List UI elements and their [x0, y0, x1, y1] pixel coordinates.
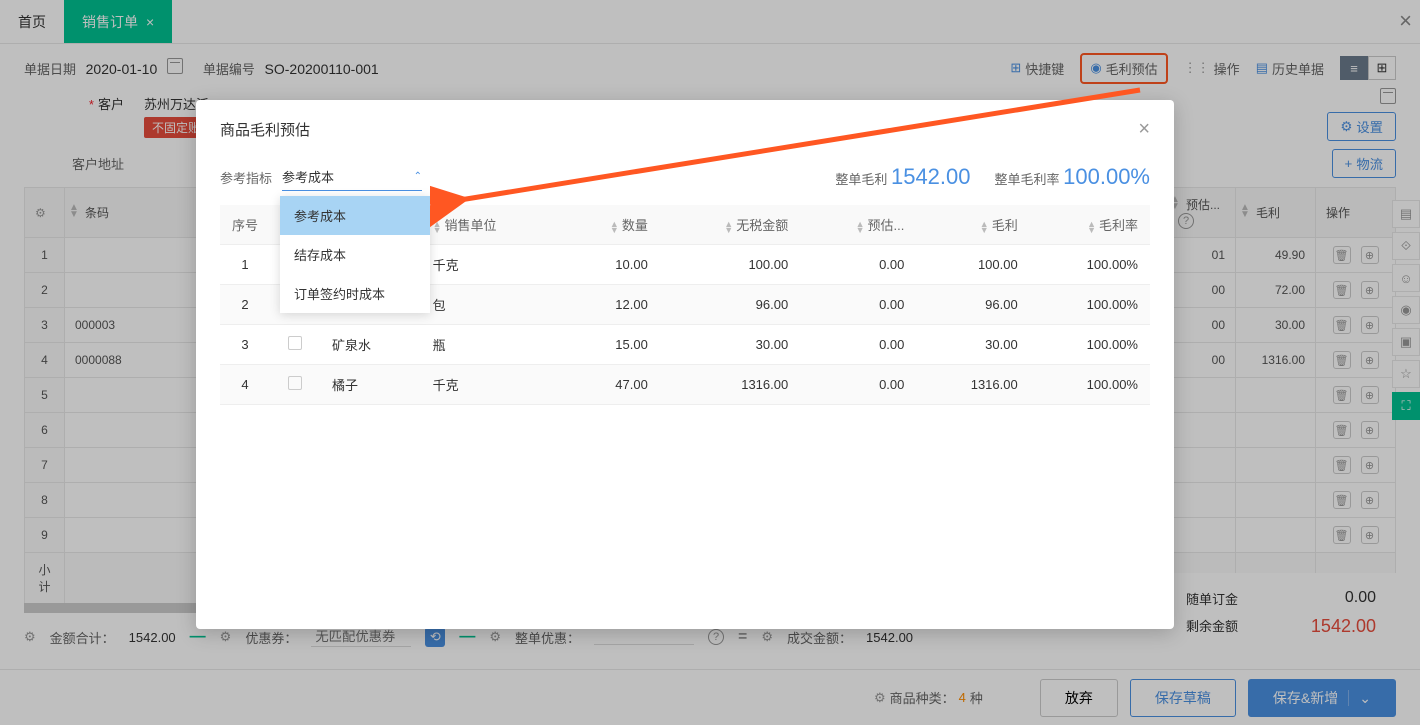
indicator-select[interactable]: 参考成本⌃: [282, 163, 422, 191]
mcol-rate[interactable]: ▲▼毛利率: [1030, 205, 1150, 245]
dropdown-option-signing-cost[interactable]: 订单签约时成本: [280, 274, 430, 313]
mcol-profit[interactable]: ▲▼毛利: [916, 205, 1029, 245]
mcol-amount[interactable]: ▲▼无税金额: [660, 205, 800, 245]
modal-close-icon[interactable]: ×: [1138, 118, 1150, 141]
total-rate-label: 整单毛利率: [995, 172, 1060, 187]
modal-title: 商品毛利预估: [220, 119, 310, 140]
row-checkbox[interactable]: [288, 376, 302, 390]
indicator-label: 参考指标: [220, 168, 272, 187]
mcol-forecast[interactable]: ▲▼预估...: [800, 205, 916, 245]
modal-row: 3矿泉水瓶15.0030.000.0030.00100.00%: [220, 325, 1150, 365]
row-checkbox[interactable]: [288, 336, 302, 350]
total-profit-label: 整单毛利: [835, 172, 887, 187]
indicator-dropdown: 参考成本 结存成本 订单签约时成本: [280, 196, 430, 313]
total-rate-value: 100.00%: [1063, 164, 1150, 189]
dropdown-option-reference-cost[interactable]: 参考成本: [280, 196, 430, 235]
profit-modal: 商品毛利预估 × 参考指标 参考成本⌃ 整单毛利 1542.00 整单毛利率 1…: [196, 100, 1174, 629]
modal-row: 4橘子千克47.001316.000.001316.00100.00%: [220, 365, 1150, 405]
mcol-idx: 序号: [220, 205, 270, 245]
total-profit-value: 1542.00: [891, 164, 971, 189]
mcol-qty[interactable]: ▲▼数量: [561, 205, 660, 245]
dropdown-option-balance-cost[interactable]: 结存成本: [280, 235, 430, 274]
mcol-unit[interactable]: ▲▼销售单位: [421, 205, 561, 245]
